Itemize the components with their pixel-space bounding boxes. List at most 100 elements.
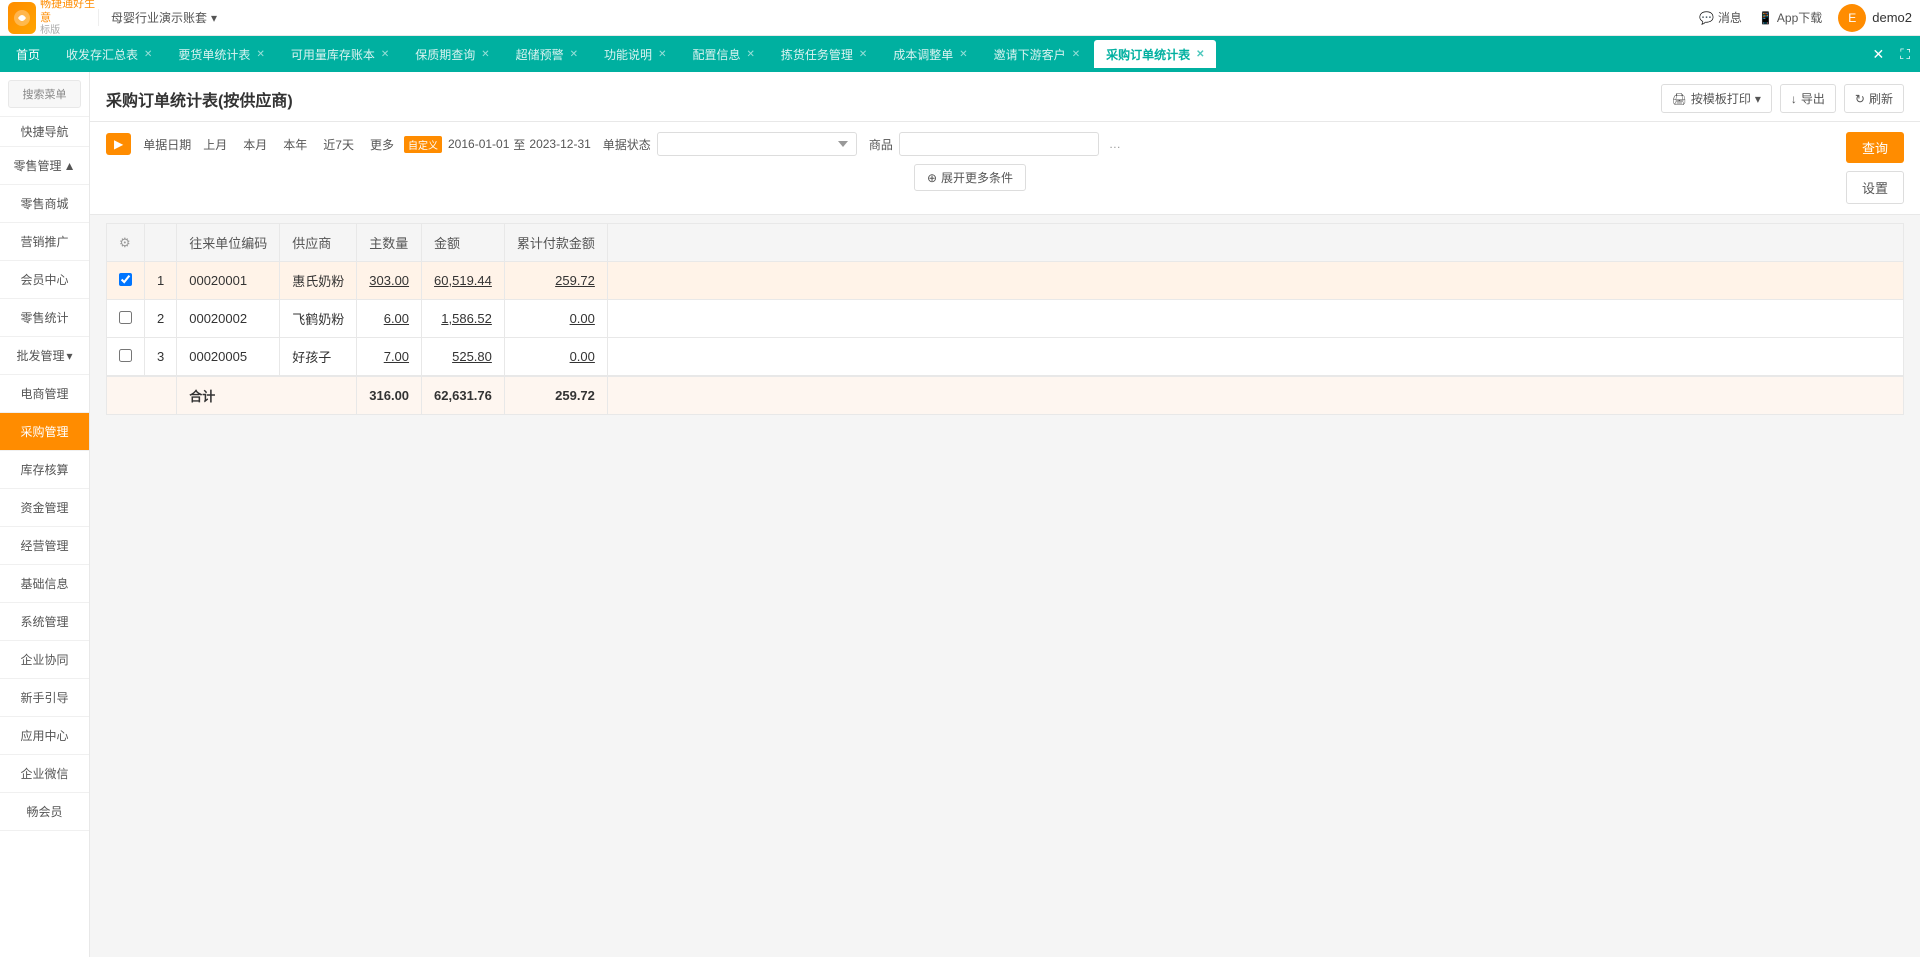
sidebar-quick-nav[interactable]: 快捷导航 — [0, 117, 89, 147]
close-icon[interactable]: ✕ — [481, 49, 489, 60]
table-row: 3 00020005 好孩子 7.00 525.80 0.00 — [107, 338, 1904, 377]
goods-input[interactable] — [899, 132, 1099, 156]
close-icon[interactable]: ✕ — [381, 49, 389, 60]
tab-order-summary[interactable]: 要货单统计表 ✕ — [166, 40, 276, 68]
refresh-button[interactable]: ↻ 刷新 — [1844, 84, 1904, 113]
filter-area: ▶ 单据日期 上月 本月 本年 近7天 更多 自定义 — [90, 122, 1920, 215]
settings-button[interactable]: 设置 — [1846, 171, 1904, 204]
print-button[interactable]: 🖨 按模板打印 ▾ — [1661, 84, 1772, 113]
workspace-selector[interactable]: 母婴行业演示账套 ▾ — [98, 9, 233, 26]
row-checkbox[interactable] — [119, 349, 132, 362]
sidebar-item-new-guide[interactable]: 新手引导 — [0, 679, 89, 717]
date-last-month[interactable]: 上月 — [197, 134, 233, 155]
date-range-display: 2016-01-01 至 2023-12-31 — [448, 136, 591, 153]
sidebar-item-retail-mall[interactable]: 零售商城 — [0, 185, 89, 223]
query-action-area: 查询 设置 — [1846, 132, 1904, 204]
col-header-main-qty: 主数量 — [357, 224, 422, 262]
row-amount[interactable]: 1,586.52 — [422, 300, 505, 338]
sidebar-item-operations[interactable]: 经营管理 — [0, 527, 89, 565]
sidebar-item-system-mgmt[interactable]: 系统管理 — [0, 603, 89, 641]
tab-receive-summary[interactable]: 收发存汇总表 ✕ — [54, 40, 164, 68]
close-icon[interactable]: ✕ — [256, 49, 264, 60]
app-logo-text: 畅捷通好生意 标版 — [40, 0, 98, 37]
message-button[interactable]: 💬 消息 — [1699, 9, 1742, 26]
sidebar-item-enterprise-wechat[interactable]: 企业微信 — [0, 755, 89, 793]
sidebar-item-purchase-mgmt[interactable]: 采购管理 — [0, 413, 89, 451]
close-icon[interactable]: ✕ — [1072, 49, 1080, 60]
sidebar-item-basic-info[interactable]: 基础信息 — [0, 565, 89, 603]
page-actions: 🖨 按模板打印 ▾ ↓ 导出 ↻ 刷新 — [1661, 84, 1904, 113]
sidebar-item-app-center[interactable]: 应用中心 — [0, 717, 89, 755]
tab-purchase-summary[interactable]: 采购订单统计表 ✕ — [1094, 40, 1216, 68]
row-paid-amount[interactable]: 0.00 — [504, 338, 607, 377]
row-amount[interactable]: 525.80 — [422, 338, 505, 377]
refresh-icon: ↻ — [1855, 92, 1865, 106]
close-icon[interactable]: ✕ — [658, 49, 666, 60]
table-footer-row: 合计 316.00 62,631.76 259.72 — [107, 376, 1904, 415]
tab-overstock-warning[interactable]: 超储预警 ✕ — [504, 40, 590, 68]
close-icon[interactable]: ✕ — [859, 49, 867, 60]
tab-picking-tasks[interactable]: 拣货任务管理 ✕ — [769, 40, 879, 68]
col-header-paid-amount: 累计付款金额 — [504, 224, 607, 262]
query-button[interactable]: 查询 — [1846, 132, 1904, 163]
row-checkbox[interactable] — [119, 273, 132, 286]
sidebar-item-wholesale-mgmt[interactable]: 批发管理 ▾ — [0, 337, 89, 375]
row-main-qty[interactable]: 6.00 — [357, 300, 422, 338]
close-icon[interactable]: ✕ — [746, 49, 754, 60]
tab-home[interactable]: 首页 — [4, 40, 52, 68]
row-checkbox[interactable] — [119, 311, 132, 324]
close-icon[interactable]: ✕ — [1196, 49, 1204, 60]
tab-config-info[interactable]: 配置信息 ✕ — [680, 40, 766, 68]
tab-invite-downstream[interactable]: 邀请下游客户 ✕ — [982, 40, 1092, 68]
sidebar-item-member-card[interactable]: 畅会员 — [0, 793, 89, 831]
sidebar-item-retail-stats[interactable]: 零售统计 — [0, 299, 89, 337]
footer-amount: 62,631.76 — [422, 376, 505, 415]
col-header-check: ⚙ — [107, 224, 145, 262]
table-container: ⚙ 往来单位编码 供应商 主数量 金额 累计付款金额 — [90, 223, 1920, 957]
search-menu-button[interactable]: 搜索菜单 — [8, 80, 81, 108]
close-icon[interactable]: ✕ — [570, 49, 578, 60]
tab-expiry-query[interactable]: 保质期查询 ✕ — [403, 40, 501, 68]
tab-cost-adjust[interactable]: 成本调整单 ✕ — [881, 40, 979, 68]
date-last-7-days[interactable]: 近7天 — [317, 134, 360, 155]
filter-toggle-button[interactable]: ▶ — [106, 133, 131, 155]
row-main-qty[interactable]: 7.00 — [357, 338, 422, 377]
row-check[interactable] — [107, 262, 145, 300]
close-icon[interactable]: ✕ — [959, 49, 967, 60]
row-amount[interactable]: 60,519.44 — [422, 262, 505, 300]
tab-available-stock[interactable]: 可用量库存账本 ✕ — [279, 40, 401, 68]
user-profile[interactable]: E demo2 — [1838, 4, 1912, 32]
maximize-icon[interactable]: ⛶ — [1894, 44, 1916, 65]
sidebar: 搜索菜单 快捷导航 零售管理 ▲ 零售商城 营销推广 会员中心 零售统计 批发管… — [0, 72, 90, 957]
col-header-supplier: 供应商 — [280, 224, 357, 262]
close-tab-icon[interactable]: ✕ — [1866, 44, 1890, 65]
row-unit-code: 00020001 — [177, 262, 280, 300]
row-check[interactable] — [107, 300, 145, 338]
app-download-button[interactable]: 📱 App下载 — [1758, 9, 1822, 26]
page-title: 采购订单统计表(按供应商) — [106, 87, 293, 111]
expand-filter-button[interactable]: ⊕ 展开更多条件 — [914, 164, 1026, 191]
row-supplier: 好孩子 — [280, 338, 357, 377]
sidebar-search-section: 搜索菜单 — [0, 72, 89, 117]
more-options-icon[interactable]: … — [1105, 137, 1125, 151]
settings-icon[interactable]: ⚙ — [119, 235, 131, 250]
status-select[interactable] — [657, 132, 857, 156]
date-more[interactable]: 更多 — [364, 134, 400, 155]
sidebar-item-member-center[interactable]: 会员中心 — [0, 261, 89, 299]
sidebar-item-inventory[interactable]: 库存核算 — [0, 451, 89, 489]
sidebar-item-marketing[interactable]: 营销推广 — [0, 223, 89, 261]
row-check[interactable] — [107, 338, 145, 377]
close-icon[interactable]: ✕ — [144, 49, 152, 60]
sidebar-item-finance[interactable]: 资金管理 — [0, 489, 89, 527]
tab-function-guide[interactable]: 功能说明 ✕ — [592, 40, 678, 68]
sidebar-item-retail-mgmt[interactable]: 零售管理 ▲ — [0, 147, 89, 185]
sidebar-item-enterprise-collab[interactable]: 企业协同 — [0, 641, 89, 679]
date-this-year[interactable]: 本年 — [277, 134, 313, 155]
row-paid-amount[interactable]: 0.00 — [504, 300, 607, 338]
row-main-qty[interactable]: 303.00 — [357, 262, 422, 300]
date-this-month[interactable]: 本月 — [237, 134, 273, 155]
footer-label: 合计 — [177, 376, 357, 415]
sidebar-item-ecommerce[interactable]: 电商管理 — [0, 375, 89, 413]
row-paid-amount[interactable]: 259.72 — [504, 262, 607, 300]
export-button[interactable]: ↓ 导出 — [1780, 84, 1836, 113]
